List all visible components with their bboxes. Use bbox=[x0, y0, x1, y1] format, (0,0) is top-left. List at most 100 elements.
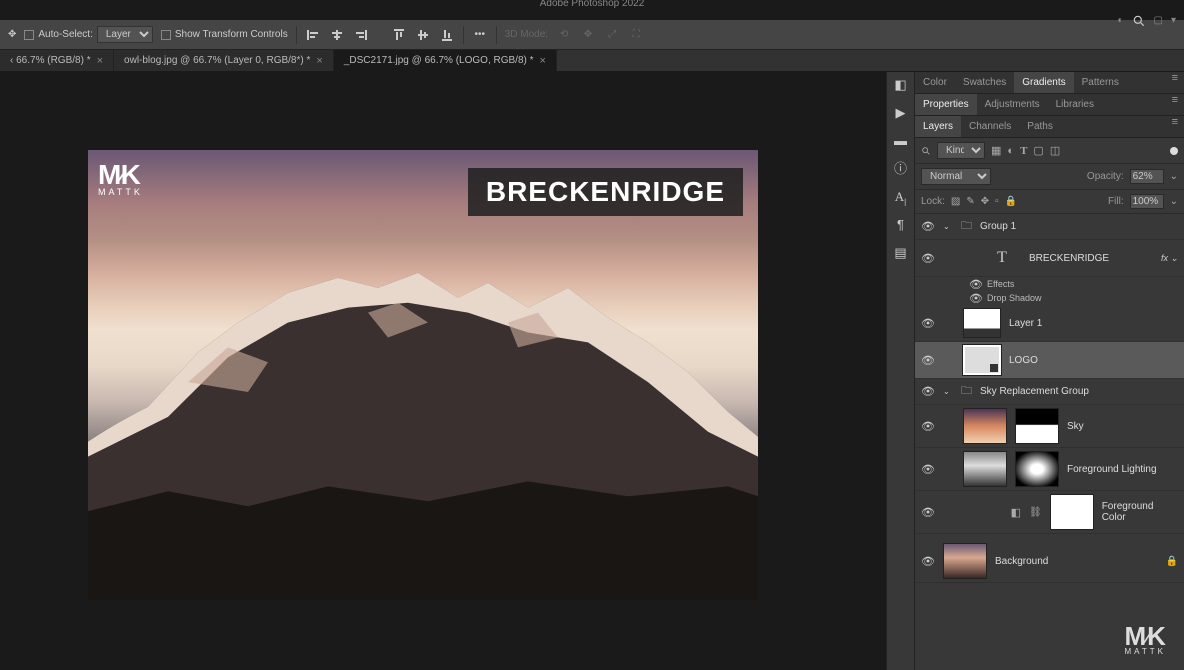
visibility-toggle[interactable]: 👁 bbox=[969, 278, 983, 291]
layer-name[interactable]: LOGO bbox=[1009, 355, 1178, 366]
tab-color[interactable]: Color bbox=[915, 72, 955, 93]
chevron-down-icon[interactable]: ⌄ bbox=[1170, 171, 1178, 182]
blend-mode-dropdown[interactable]: Normal bbox=[921, 168, 991, 185]
visibility-toggle[interactable]: 👁 bbox=[921, 463, 935, 476]
auto-select-checkbox[interactable] bbox=[24, 30, 34, 40]
layer-sky[interactable]: 👁 Sky bbox=[915, 405, 1184, 448]
tab-swatches[interactable]: Swatches bbox=[955, 72, 1014, 93]
mask-thumbnail bbox=[1015, 408, 1059, 444]
folder-icon: 🗀 bbox=[961, 382, 972, 401]
layer-list[interactable]: 👁 ⌄ 🗀 Group 1 👁 T BRECKENRIDGE fx ⌄ bbox=[915, 214, 1184, 670]
tab-patterns[interactable]: Patterns bbox=[1074, 72, 1127, 93]
tab-layers[interactable]: Layers bbox=[915, 116, 961, 137]
visibility-toggle[interactable]: 👁 bbox=[969, 292, 983, 305]
layer-name[interactable]: Foreground Color bbox=[1102, 501, 1178, 523]
layer-name[interactable]: Foreground Lighting bbox=[1067, 464, 1178, 475]
tab-paths[interactable]: Paths bbox=[1019, 116, 1061, 137]
panel-menu-icon[interactable]: ≡ bbox=[1166, 116, 1184, 137]
close-icon[interactable]: × bbox=[97, 55, 103, 67]
filter-kind-dropdown[interactable]: Kind bbox=[937, 142, 985, 159]
document-tab-2[interactable]: _DSC2171.jpg @ 66.7% (LOGO, RGB/8) * × bbox=[334, 50, 557, 71]
tab-gradients[interactable]: Gradients bbox=[1014, 72, 1073, 93]
fill-input[interactable] bbox=[1130, 194, 1164, 209]
disclosure-icon[interactable]: ⌄ bbox=[943, 222, 953, 231]
filter-pixel-icon[interactable]: ▦ bbox=[991, 144, 1001, 157]
layer-logo[interactable]: 👁 LOGO bbox=[915, 342, 1184, 379]
chevron-down-icon[interactable]: ▾ bbox=[1171, 17, 1176, 25]
visibility-toggle[interactable]: 👁 bbox=[921, 220, 935, 233]
align-center-v-icon[interactable] bbox=[415, 27, 431, 43]
character-panel-icon[interactable]: A| bbox=[892, 188, 910, 206]
layer-name[interactable]: Layer 1 bbox=[1009, 318, 1178, 329]
visibility-toggle[interactable]: 👁 bbox=[921, 252, 935, 265]
layer-layer1[interactable]: 👁 Layer 1 bbox=[915, 305, 1184, 342]
tab-adjustments[interactable]: Adjustments bbox=[977, 94, 1048, 115]
search-icon[interactable] bbox=[1132, 14, 1146, 28]
link-icon[interactable]: ⛓ bbox=[1029, 507, 1042, 518]
paragraph-panel-icon[interactable]: ¶ bbox=[892, 216, 910, 234]
visibility-toggle[interactable]: 👁 bbox=[921, 420, 935, 433]
document-tab-0[interactable]: ‹ 66.7% (RGB/8) * × bbox=[0, 50, 114, 71]
align-left-icon[interactable] bbox=[305, 27, 321, 43]
panel-menu-icon[interactable]: ≡ bbox=[1166, 72, 1184, 93]
align-top-icon[interactable] bbox=[391, 27, 407, 43]
history-panel-icon[interactable]: ▶ bbox=[892, 104, 910, 122]
workspace-icon[interactable]: ▢ bbox=[1154, 17, 1163, 25]
lock-position-icon[interactable]: ✥ bbox=[981, 196, 989, 207]
layer-foreground-color[interactable]: 👁 ◧ ⛓ Foreground Color bbox=[915, 491, 1184, 534]
tab-channels[interactable]: Channels bbox=[961, 116, 1019, 137]
visibility-toggle[interactable]: 👁 bbox=[921, 555, 935, 568]
libraries-panel-icon[interactable]: ▤ bbox=[892, 244, 910, 262]
filter-text-icon[interactable]: T bbox=[1020, 145, 1027, 157]
effect-drop-shadow[interactable]: 👁 Drop Shadow bbox=[915, 291, 1184, 305]
layer-sky-group[interactable]: 👁 ⌄ 🗀 Sky Replacement Group bbox=[915, 379, 1184, 405]
blend-mode-row: Normal Opacity: ⌄ bbox=[915, 164, 1184, 190]
tab-properties[interactable]: Properties bbox=[915, 94, 977, 115]
layer-name[interactable]: Group 1 bbox=[980, 221, 1178, 232]
layer-group-1[interactable]: 👁 ⌄ 🗀 Group 1 bbox=[915, 214, 1184, 240]
canvas-area[interactable]: M∕K MATTK BRECKENRIDGE bbox=[0, 72, 886, 670]
show-transform-checkbox[interactable] bbox=[161, 30, 171, 40]
visibility-toggle[interactable]: 👁 bbox=[921, 317, 935, 330]
visibility-toggle[interactable]: 👁 bbox=[921, 354, 935, 367]
lock-all-icon[interactable]: 🔒 bbox=[1005, 196, 1017, 207]
fx-badge[interactable]: fx ⌄ bbox=[1161, 253, 1178, 264]
align-bottom-icon[interactable] bbox=[439, 27, 455, 43]
filter-smart-icon[interactable]: ◫ bbox=[1050, 144, 1060, 157]
tab-libraries[interactable]: Libraries bbox=[1048, 94, 1102, 115]
auto-select-dropdown[interactable]: Layer bbox=[97, 26, 153, 43]
panel-menu-icon[interactable]: ≡ bbox=[1166, 94, 1184, 115]
align-right-icon[interactable] bbox=[353, 27, 369, 43]
color-panel-icon[interactable]: ◧ bbox=[892, 76, 910, 94]
opacity-input[interactable] bbox=[1130, 169, 1164, 184]
filter-adjustment-icon[interactable]: ◐ bbox=[1007, 145, 1014, 157]
layer-background[interactable]: 👁 Background 🔒 bbox=[915, 540, 1184, 583]
lock-artboard-icon[interactable]: ▫ bbox=[995, 196, 999, 207]
layer-foreground-lighting[interactable]: 👁 Foreground Lighting bbox=[915, 448, 1184, 491]
layer-name[interactable]: Background bbox=[995, 556, 1158, 567]
align-center-h-icon[interactable] bbox=[329, 27, 345, 43]
cloud-icon[interactable]: ◐ bbox=[1117, 17, 1123, 25]
chevron-down-icon[interactable]: ⌄ bbox=[1170, 196, 1178, 207]
document-canvas[interactable]: M∕K MATTK BRECKENRIDGE bbox=[88, 150, 758, 600]
filter-toggle[interactable] bbox=[1170, 147, 1178, 155]
more-options-icon[interactable]: ••• bbox=[472, 27, 488, 43]
close-icon[interactable]: × bbox=[316, 55, 322, 67]
search-icon[interactable] bbox=[921, 146, 931, 156]
lock-image-icon[interactable]: ✎ bbox=[966, 196, 974, 207]
visibility-toggle[interactable]: 👁 bbox=[921, 385, 935, 398]
layer-name[interactable]: Sky Replacement Group bbox=[980, 386, 1178, 397]
disclosure-icon[interactable]: ⌄ bbox=[943, 387, 953, 396]
info-panel-icon[interactable]: ⓘ bbox=[892, 160, 910, 178]
layer-name[interactable]: Sky bbox=[1067, 421, 1178, 432]
visibility-toggle[interactable]: 👁 bbox=[921, 506, 935, 519]
close-icon[interactable]: × bbox=[540, 55, 546, 67]
divider bbox=[463, 26, 464, 44]
lock-transparency-icon[interactable]: ▨ bbox=[951, 196, 960, 207]
filter-shape-icon[interactable]: ▢ bbox=[1033, 144, 1043, 157]
comment-panel-icon[interactable]: ▬ bbox=[892, 132, 910, 150]
layer-text-breckenridge[interactable]: 👁 T BRECKENRIDGE fx ⌄ bbox=[915, 240, 1184, 277]
layer-name[interactable]: BRECKENRIDGE bbox=[1029, 253, 1153, 264]
document-tab-1[interactable]: owl-blog.jpg @ 66.7% (Layer 0, RGB/8*) *… bbox=[114, 50, 334, 71]
move-tool-icon[interactable]: ✥ bbox=[8, 29, 16, 40]
